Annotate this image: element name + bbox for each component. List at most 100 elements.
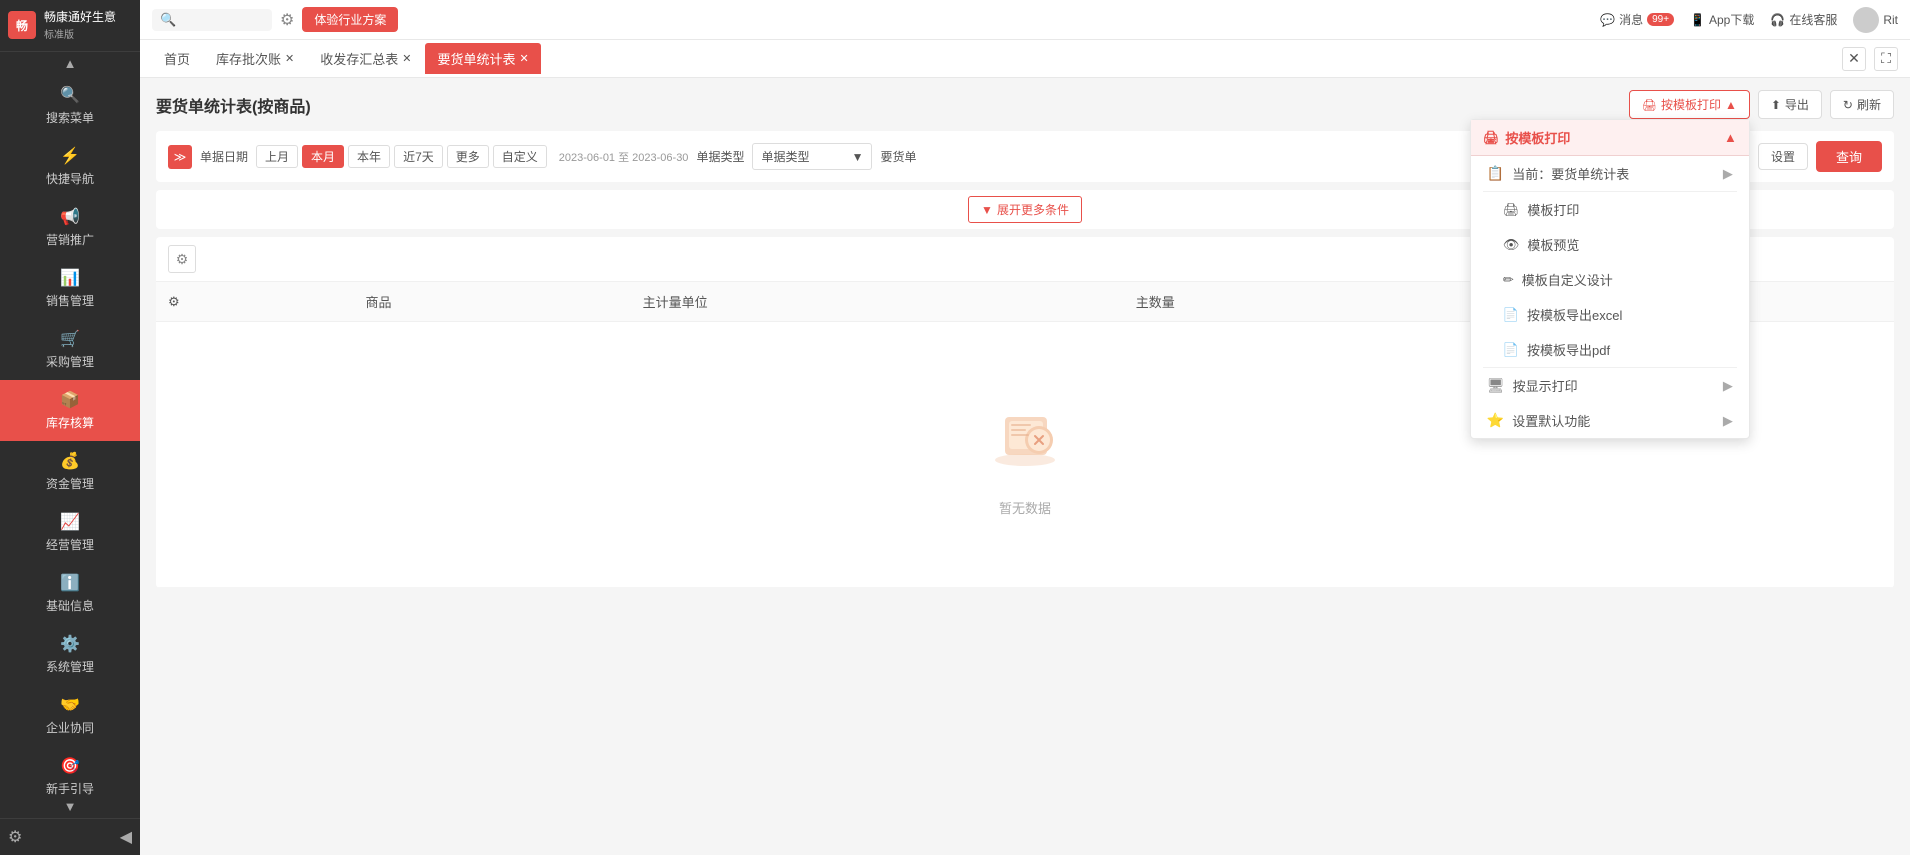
template-custom-icon: ✏ <box>1503 272 1514 288</box>
tab-inventory-batch[interactable]: 库存批次账 ✕ <box>204 43 306 74</box>
print-template-btn[interactable]: 🖨 按模板打印 ▲ <box>1629 90 1750 119</box>
online-service-btn[interactable]: 🎧 在线客服 <box>1770 11 1837 28</box>
app-badge: 标准版 <box>44 26 116 41</box>
tab-order-stats-close[interactable]: ✕ <box>520 52 529 65</box>
order-status-label: 要货单 <box>880 148 916 165</box>
message-icon: 💬 <box>1600 13 1615 27</box>
sidebar-item-sales[interactable]: 📊 销售管理 <box>0 258 140 319</box>
sidebar-item-corp[interactable]: 🤝 企业协同 <box>0 685 140 746</box>
order-type-arrow: ▼ <box>852 150 864 164</box>
set-default-item[interactable]: ⭐ 设置默认功能 ▶ <box>1471 403 1749 438</box>
print-dropdown-close[interactable]: ▲ <box>1724 130 1737 145</box>
user-area[interactable]: Rit <box>1853 7 1898 33</box>
order-type-select[interactable]: 单据类型 ▼ <box>752 143 872 170</box>
tab-receipt-summary[interactable]: 收发存汇总表 ✕ <box>308 43 423 74</box>
tab-order-stats[interactable]: 要货单统计表 ✕ <box>425 43 540 74</box>
message-btn[interactable]: 💬 消息 99+ <box>1600 11 1674 28</box>
template-custom-item[interactable]: ✏ 模板自定义设计 <box>1471 262 1749 297</box>
current-template-item[interactable]: 📋 当前：要货单统计表 ▶ <box>1471 156 1749 191</box>
scroll-down[interactable]: ▼ <box>0 795 140 818</box>
empty-text: 暂无数据 <box>999 498 1051 517</box>
system-label: 系统管理 <box>46 658 94 675</box>
page-header: 要货单统计表(按商品) 🖨 按模板打印 ▲ 🖨 按模板打印 <box>156 90 1894 119</box>
export-excel-icon: 📄 <box>1503 307 1519 323</box>
export-btn[interactable]: ⬆ 导出 <box>1758 90 1822 119</box>
more-date-btn[interactable]: 更多 <box>447 145 489 168</box>
expand-tab-btn[interactable]: ⛶ <box>1874 47 1898 71</box>
tab-receipt-summary-close[interactable]: ✕ <box>402 52 411 65</box>
message-badge: 99+ <box>1647 13 1674 26</box>
tab-inventory-batch-close[interactable]: ✕ <box>285 52 294 65</box>
col-settings: ⚙ <box>156 282 354 322</box>
custom-date-btn[interactable]: 自定义 <box>493 145 547 168</box>
set-default-label: 设置默认功能 <box>1512 411 1590 430</box>
empty-svg <box>985 392 1065 472</box>
sidebar-item-inventory[interactable]: 📦 库存核算 <box>0 380 140 441</box>
refresh-btn[interactable]: ↻ 刷新 <box>1830 90 1894 119</box>
this-year-btn[interactable]: 本年 <box>348 145 390 168</box>
sidebar-item-basic[interactable]: ℹ️ 基础信息 <box>0 563 140 624</box>
export-pdf-label: 按模板导出pdf <box>1527 340 1610 359</box>
guide-label: 新手引导 <box>46 780 94 795</box>
tab-order-stats-label: 要货单统计表 <box>437 49 515 68</box>
topbar: 🔍 ⚙ 体验行业方案 💬 消息 99+ 📱 App下载 🎧 在线客服 Rit <box>140 0 1910 40</box>
sales-label: 销售管理 <box>46 292 94 309</box>
sidebar-item-marketing[interactable]: 📢 营销推广 <box>0 197 140 258</box>
settings-btn[interactable]: 设置 <box>1758 143 1808 170</box>
expand-label: 展开更多条件 <box>997 201 1069 218</box>
expand-icon: ▼ <box>981 203 993 217</box>
sidebar-item-system[interactable]: ⚙️ 系统管理 <box>0 624 140 685</box>
print-dropdown-title: 按模板打印 <box>1505 128 1570 147</box>
sidebar-item-guide[interactable]: 🎯 新手引导 <box>0 746 140 795</box>
tabs-bar: 首页 库存批次账 ✕ 收发存汇总表 ✕ 要货单统计表 ✕ ✕ ⛶ <box>140 40 1910 78</box>
quick-nav-icon: ⚡ <box>60 146 80 166</box>
this-month-btn[interactable]: 本月 <box>302 145 344 168</box>
expand-more-btn[interactable]: ▼ 展开更多条件 <box>968 196 1082 223</box>
sidebar-item-finance[interactable]: 💰 资金管理 <box>0 441 140 502</box>
app-download-btn[interactable]: 📱 App下载 <box>1690 11 1754 28</box>
template-print-item[interactable]: 🖨 模板打印 <box>1471 192 1749 227</box>
tab-home[interactable]: 首页 <box>152 43 202 74</box>
export-pdf-item[interactable]: 📄 按模板导出pdf <box>1471 332 1749 367</box>
print-template-label: 按模板打印 <box>1661 96 1721 113</box>
display-print-label: 按显示打印 <box>1513 376 1578 395</box>
topbar-settings-icon[interactable]: ⚙ <box>280 10 294 30</box>
collapse-icon[interactable]: ◀ <box>120 827 132 847</box>
print-arrow-up-icon: ▲ <box>1725 98 1737 112</box>
last-7-btn[interactable]: 近7天 <box>394 145 443 168</box>
operation-icon: 📈 <box>60 512 80 532</box>
prev-month-btn[interactable]: 上月 <box>256 145 298 168</box>
topbar-right: 💬 消息 99+ 📱 App下载 🎧 在线客服 Rit <box>1600 7 1898 33</box>
refresh-label: 刷新 <box>1857 96 1881 113</box>
sales-icon: 📊 <box>60 268 80 288</box>
order-type-label: 单据类型 <box>696 148 744 165</box>
sidebar-item-purchase[interactable]: 🛒 采购管理 <box>0 319 140 380</box>
sidebar-item-operation[interactable]: 📈 经营管理 <box>0 502 140 563</box>
topbar-search-input[interactable] <box>180 13 260 27</box>
page-title: 要货单统计表(按商品) <box>156 93 311 117</box>
settings-footer-icon[interactable]: ⚙ <box>8 827 22 847</box>
export-excel-item[interactable]: 📄 按模板导出excel <box>1471 297 1749 332</box>
scroll-up[interactable]: ▲ <box>0 52 140 75</box>
tab-receipt-summary-label: 收发存汇总表 <box>320 49 398 68</box>
table-gear-btn[interactable]: ⚙ <box>168 245 196 273</box>
template-preview-item[interactable]: 👁 模板预览 <box>1471 227 1749 262</box>
export-pdf-icon: 📄 <box>1503 342 1519 358</box>
user-name: Rit <box>1883 13 1898 27</box>
sidebar-item-quick-nav[interactable]: ⚡ 快捷导航 <box>0 136 140 197</box>
page-actions: 🖨 按模板打印 ▲ 🖨 按模板打印 ▲ <box>1629 90 1894 119</box>
display-print-icon: 🖥 <box>1487 377 1505 394</box>
filter-expand-btn[interactable]: ≫ <box>168 145 192 169</box>
logo-icon: 畅 <box>8 11 36 39</box>
date-label: 单据日期 <box>200 148 248 165</box>
sidebar-item-search[interactable]: 🔍 搜索菜单 <box>0 75 140 136</box>
query-btn[interactable]: 查询 <box>1816 141 1882 172</box>
close-tab-btn[interactable]: ✕ <box>1842 47 1866 71</box>
col-unit: 主计量单位 <box>631 282 1124 322</box>
quick-nav-label: 快捷导航 <box>46 170 94 187</box>
industry-btn[interactable]: 体验行业方案 <box>302 7 398 32</box>
display-print-item[interactable]: 🖥 按显示打印 ▶ <box>1471 368 1749 403</box>
topbar-search[interactable]: 🔍 <box>152 9 272 31</box>
purchase-label: 采购管理 <box>46 353 94 370</box>
sidebar: 畅 畅康通好生意 标准版 ▲ 🔍 搜索菜单 ⚡ 快捷导航 📢 营销推广 📊 销售… <box>0 0 140 855</box>
